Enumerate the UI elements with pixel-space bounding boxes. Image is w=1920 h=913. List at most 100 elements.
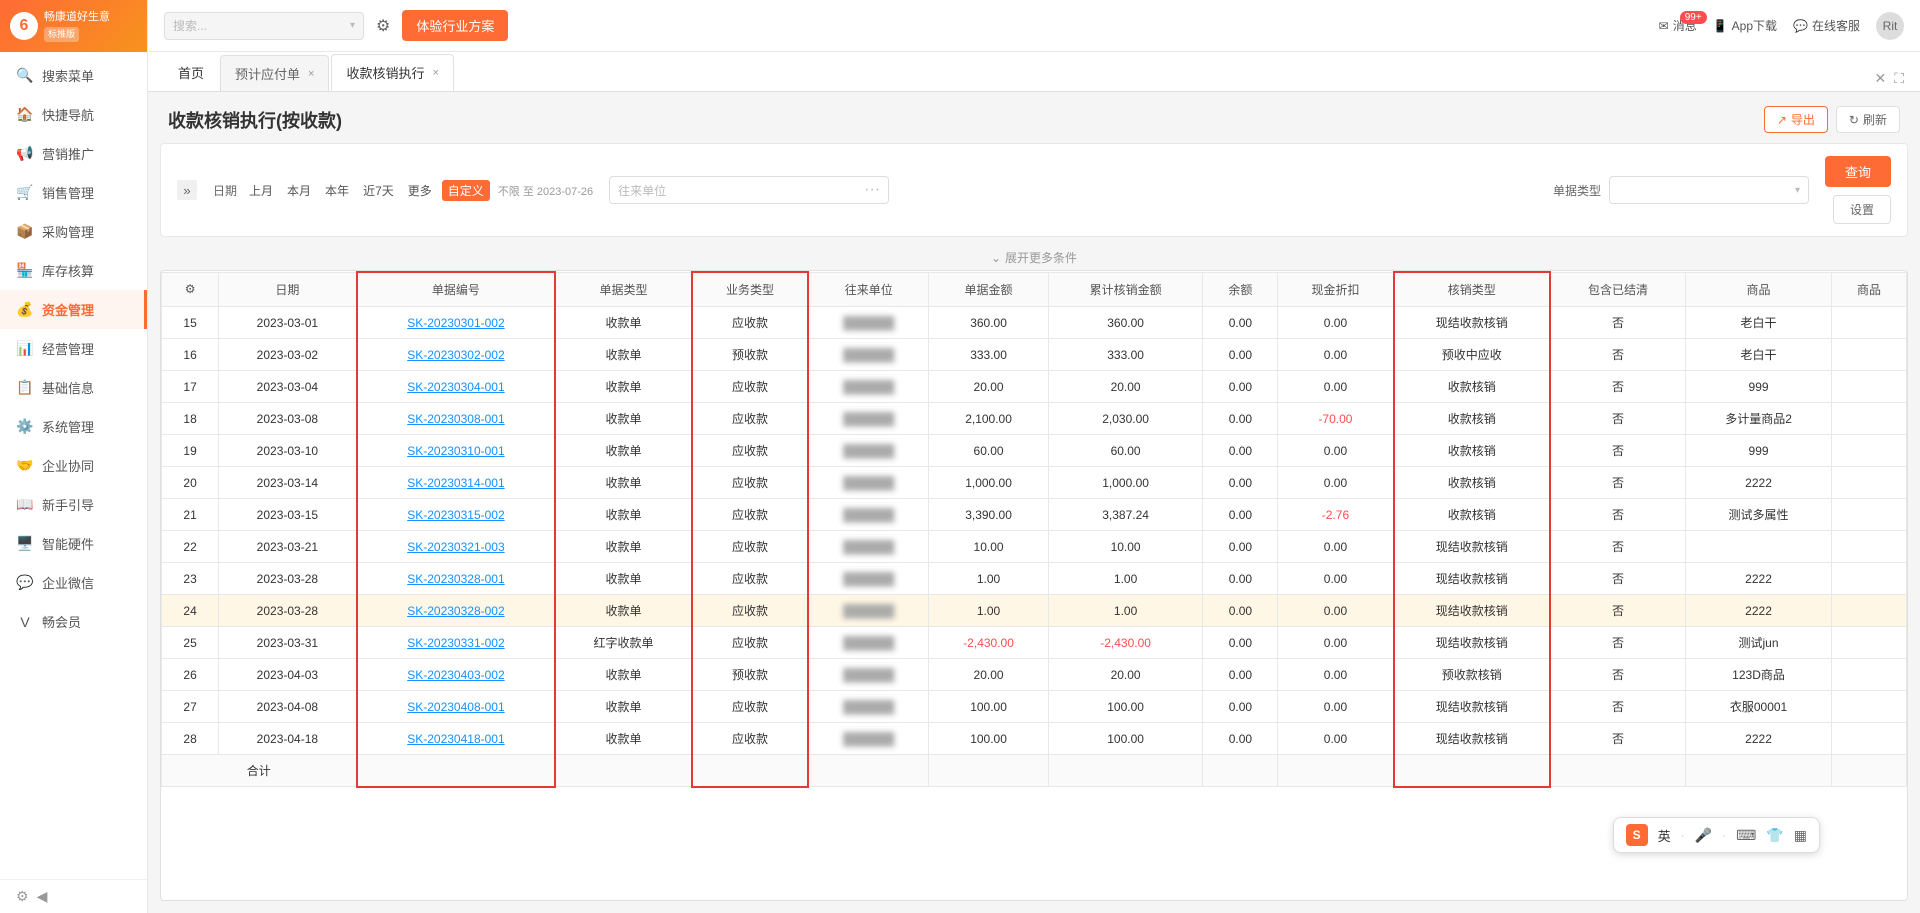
online-service-button[interactable]: 💬 在线客服 [1793,17,1860,34]
filter-settings-button[interactable]: 设置 [1833,195,1891,224]
cell-docno: SK-20230331-002 [357,627,556,659]
cell-doctype: 收款单 [555,499,691,531]
ime-shirt-icon[interactable]: 👕 [1766,827,1783,844]
sidebar-item-wechat[interactable]: 💬 企业微信 [0,563,147,602]
th-partner[interactable]: 往来单位 [808,272,929,307]
tab-collection[interactable]: 收款核销执行 × [331,54,453,91]
sidebar-item-hardware[interactable]: 🖥️ 智能硬件 [0,524,147,563]
th-verified[interactable]: 累计核销金额 [1048,272,1203,307]
sidebar-item-purchase[interactable]: 📦 采购管理 [0,212,147,251]
data-table-wrap: ⚙ 日期 单据编号 单据类型 业务类型 往来单位 单据金额 累计核销金额 余额 … [160,270,1908,901]
doc-no-link[interactable]: SK-20230301-002 [407,316,504,330]
date-btn-this-year[interactable]: 本年 [321,180,353,201]
cell-settled: 否 [1550,307,1686,339]
expand-more-button[interactable]: ⌄ 展开更多条件 [991,249,1077,266]
sidebar-item-operation[interactable]: 📊 经营管理 [0,329,147,368]
th-doc-type[interactable]: 单据类型 [555,272,691,307]
doc-no-link[interactable]: SK-20230403-002 [407,668,504,682]
date-btn-last-month[interactable]: 上月 [245,180,277,201]
th-verify-type[interactable]: 核销类型 [1394,272,1550,307]
cell-verified: -2,430.00 [1048,627,1203,659]
doc-no-link[interactable]: SK-20230328-002 [407,604,504,618]
tab-close-all-icon[interactable]: ✕ [1874,70,1886,87]
doc-no-link[interactable]: SK-20230408-001 [407,700,504,714]
sidebar-item-quicknav[interactable]: 🏠 快捷导航 [0,95,147,134]
sidebar-item-marketing[interactable]: 📢 营销推广 [0,134,147,173]
user-avatar[interactable]: Rit [1876,12,1904,40]
ime-mic-icon[interactable]: 🎤 [1695,827,1712,844]
cell-settled: 否 [1550,563,1686,595]
cell-amount: 100.00 [929,723,1048,755]
th-goods[interactable]: 商品 [1686,272,1832,307]
doc-no-link[interactable]: SK-20230304-001 [407,380,504,394]
th-date[interactable]: 日期 [219,272,357,307]
query-button[interactable]: 查询 [1825,156,1891,187]
table-scroll[interactable]: ⚙ 日期 单据编号 单据类型 业务类型 往来单位 单据金额 累计核销金额 余额 … [161,271,1907,788]
refresh-button[interactable]: ↻ 刷新 [1836,106,1900,133]
basic-icon: 📋 [16,379,34,396]
sidebar-item-member[interactable]: V 畅会员 [0,602,147,641]
sidebar-item-basic[interactable]: 📋 基础信息 [0,368,147,407]
doc-no-link[interactable]: SK-20230315-002 [407,508,504,522]
th-balance[interactable]: 余额 [1203,272,1278,307]
doc-no-link[interactable]: SK-20230328-001 [407,572,504,586]
cell-balance: 0.00 [1203,563,1278,595]
topbar-gear-icon[interactable]: ⚙ [376,16,390,36]
tab-prepay-close-icon[interactable]: × [308,68,314,80]
th-goods2[interactable]: 商品 [1831,272,1906,307]
tab-expand-icon[interactable]: ⛶ [1894,70,1904,87]
export-button[interactable]: ↗ 导出 [1764,106,1828,133]
doc-no-link[interactable]: SK-20230314-001 [407,476,504,490]
app-download-button[interactable]: 📱 App下载 [1713,17,1777,34]
doc-no-link[interactable]: SK-20230308-001 [407,412,504,426]
cell-goods2 [1831,595,1906,627]
receipt-type-select[interactable]: ▾ [1609,176,1809,204]
filter-expand-button[interactable]: » [177,180,197,200]
topbar-search[interactable]: 搜索... ▾ [164,12,364,40]
collapse-icon[interactable]: ◀ [37,888,48,905]
th-amount[interactable]: 单据金额 [929,272,1048,307]
partner-dots-icon[interactable]: ··· [864,181,880,199]
doc-no-link[interactable]: SK-20230331-002 [407,636,504,650]
date-btn-custom[interactable]: 自定义 [442,180,490,201]
solution-button[interactable]: 体验行业方案 [402,10,508,41]
th-doc-no[interactable]: 单据编号 [357,272,556,307]
date-btn-more[interactable]: 更多 [404,180,436,201]
doc-no-link[interactable]: SK-20230418-001 [407,732,504,746]
ime-lang-text[interactable]: 英 [1658,826,1671,845]
doc-no-link[interactable]: SK-20230310-001 [407,444,504,458]
sidebar-item-sales[interactable]: 🛒 销售管理 [0,173,147,212]
ime-keyboard-icon[interactable]: ⌨ [1736,827,1756,844]
messages-button[interactable]: ✉ 消息 99+ [1659,17,1697,34]
finance-icon: 💰 [16,301,34,318]
sidebar-item-finance[interactable]: 💰 资金管理 [0,290,147,329]
doc-no-link[interactable]: SK-20230302-002 [407,348,504,362]
partner-filter-input[interactable]: 往来单位 ··· [609,176,889,204]
cell-goods: 老白干 [1686,307,1832,339]
wechat-label: 企业微信 [42,573,94,592]
sidebar-item-corp[interactable]: 🤝 企业协同 [0,446,147,485]
cell-no: 15 [162,307,219,339]
th-biz-type[interactable]: 业务类型 [692,272,809,307]
partner-placeholder: 往来单位 [618,182,864,199]
sidebar-item-system[interactable]: ⚙️ 系统管理 [0,407,147,446]
date-btn-this-month[interactable]: 本月 [283,180,315,201]
date-btn-7days[interactable]: 近7天 [359,180,398,201]
doc-no-link[interactable]: SK-20230321-003 [407,540,504,554]
tab-collection-close-icon[interactable]: × [432,67,438,79]
sidebar-item-search[interactable]: 🔍 搜索菜单 [0,56,147,95]
quicknav-label: 快捷导航 [42,105,94,124]
settings-icon[interactable]: ⚙ [16,888,29,905]
th-gear[interactable]: ⚙ [162,272,219,307]
operation-label: 经营管理 [42,339,94,358]
cell-verifytype: 收款核销 [1394,403,1550,435]
th-include-settled[interactable]: 包含已结清 [1550,272,1686,307]
sidebar-item-guide[interactable]: 📖 新手引导 [0,485,147,524]
ime-grid-icon[interactable]: ▦ [1794,827,1807,844]
th-cash-discount[interactable]: 现金折扣 [1278,272,1394,307]
cell-no: 25 [162,627,219,659]
tab-home[interactable]: 首页 [164,55,218,91]
sidebar-item-inventory[interactable]: 🏪 库存核算 [0,251,147,290]
partner-value: ██████ [843,540,894,554]
tab-prepay[interactable]: 预计应付单 × [220,55,329,91]
